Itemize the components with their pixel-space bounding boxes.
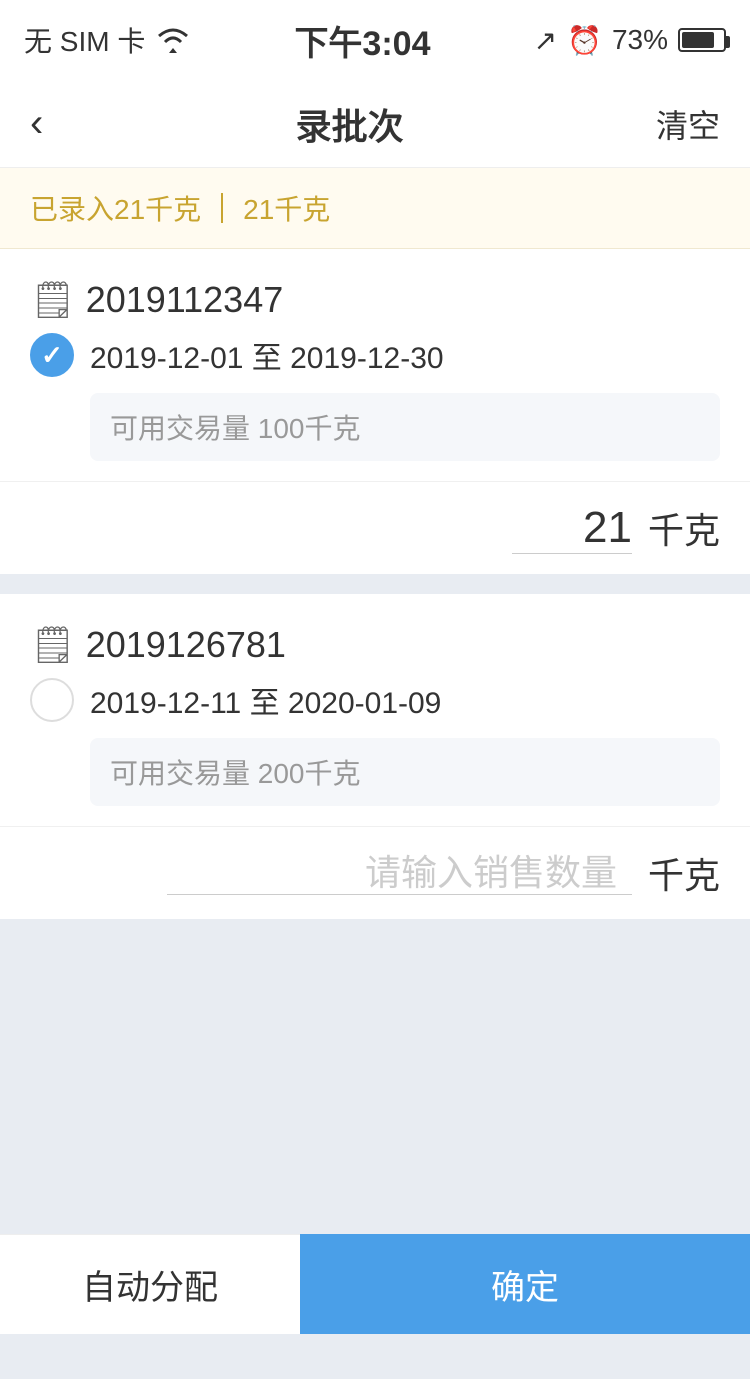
batch-date-row-2[interactable]: 2019-12-11 至 2020-01-09	[30, 678, 720, 722]
section-divider	[0, 574, 750, 594]
status-time: 下午3:04	[294, 16, 430, 65]
page-title: 录批次	[296, 98, 404, 150]
batch-date-row-1[interactable]: 2019-12-01 至 2019-12-30	[30, 333, 720, 377]
quantity-display-1: 21	[512, 503, 632, 554]
status-right: ↗ ⏰ 73%	[534, 24, 726, 57]
quantity-value-1: 21	[583, 503, 632, 552]
batch-header-1: 🗒 2019112347	[30, 279, 720, 321]
summary-bar: 已录入21千克 21千克	[0, 168, 750, 249]
auto-distribute-button[interactable]: 自动分配	[0, 1234, 300, 1334]
summary-divider	[221, 193, 223, 223]
batch-radio-2[interactable]	[30, 678, 74, 722]
batch-item-2: 🗒 2019126781 2019-12-11 至 2020-01-09 可用交…	[0, 594, 750, 826]
batch-doc-icon-2: 🗒	[30, 624, 76, 666]
batch-radio-1[interactable]	[30, 333, 74, 377]
quantity-row-1: 21 千克	[0, 481, 750, 574]
batch-item-1: 🗒 2019112347 2019-12-01 至 2019-12-30 可用交…	[0, 249, 750, 481]
quantity-unit-2: 千克	[648, 847, 720, 899]
clear-button[interactable]: 清空	[656, 101, 720, 147]
quantity-input-2[interactable]	[167, 852, 632, 895]
batch-card-1: 🗒 2019112347 2019-12-01 至 2019-12-30 可用交…	[0, 249, 750, 574]
carrier-label: 无 SIM 卡	[24, 20, 145, 60]
battery-percent: 73%	[612, 24, 668, 56]
battery-icon	[678, 28, 726, 52]
batch-available-1: 可用交易量 100千克	[90, 393, 720, 461]
back-button[interactable]: ‹	[30, 101, 43, 146]
batch-doc-icon-1: 🗒	[30, 279, 76, 321]
location-icon: ↗	[534, 24, 557, 57]
quantity-unit-1: 千克	[648, 502, 720, 554]
status-bar: 无 SIM 卡 下午3:04 ↗ ⏰ 73%	[0, 0, 750, 80]
alarm-icon: ⏰	[567, 24, 602, 57]
bottom-bar: 自动分配 确定	[0, 1234, 750, 1334]
wifi-icon	[155, 26, 191, 54]
batch-date-2: 2019-12-11 至 2020-01-09	[90, 678, 441, 722]
batch-card-2: 🗒 2019126781 2019-12-11 至 2020-01-09 可用交…	[0, 594, 750, 919]
batch-date-1: 2019-12-01 至 2019-12-30	[90, 333, 444, 377]
input-row-2: 千克	[0, 826, 750, 919]
confirm-button[interactable]: 确定	[300, 1234, 750, 1334]
status-left: 无 SIM 卡	[24, 20, 191, 60]
batch-header-2: 🗒 2019126781	[30, 624, 720, 666]
batch-number-1: 2019112347	[86, 279, 284, 321]
summary-value: 21千克	[243, 188, 330, 228]
batch-available-2: 可用交易量 200千克	[90, 738, 720, 806]
summary-recorded: 已录入21千克	[30, 188, 201, 228]
nav-bar: ‹ 录批次 清空	[0, 80, 750, 168]
batch-number-2: 2019126781	[86, 624, 286, 666]
